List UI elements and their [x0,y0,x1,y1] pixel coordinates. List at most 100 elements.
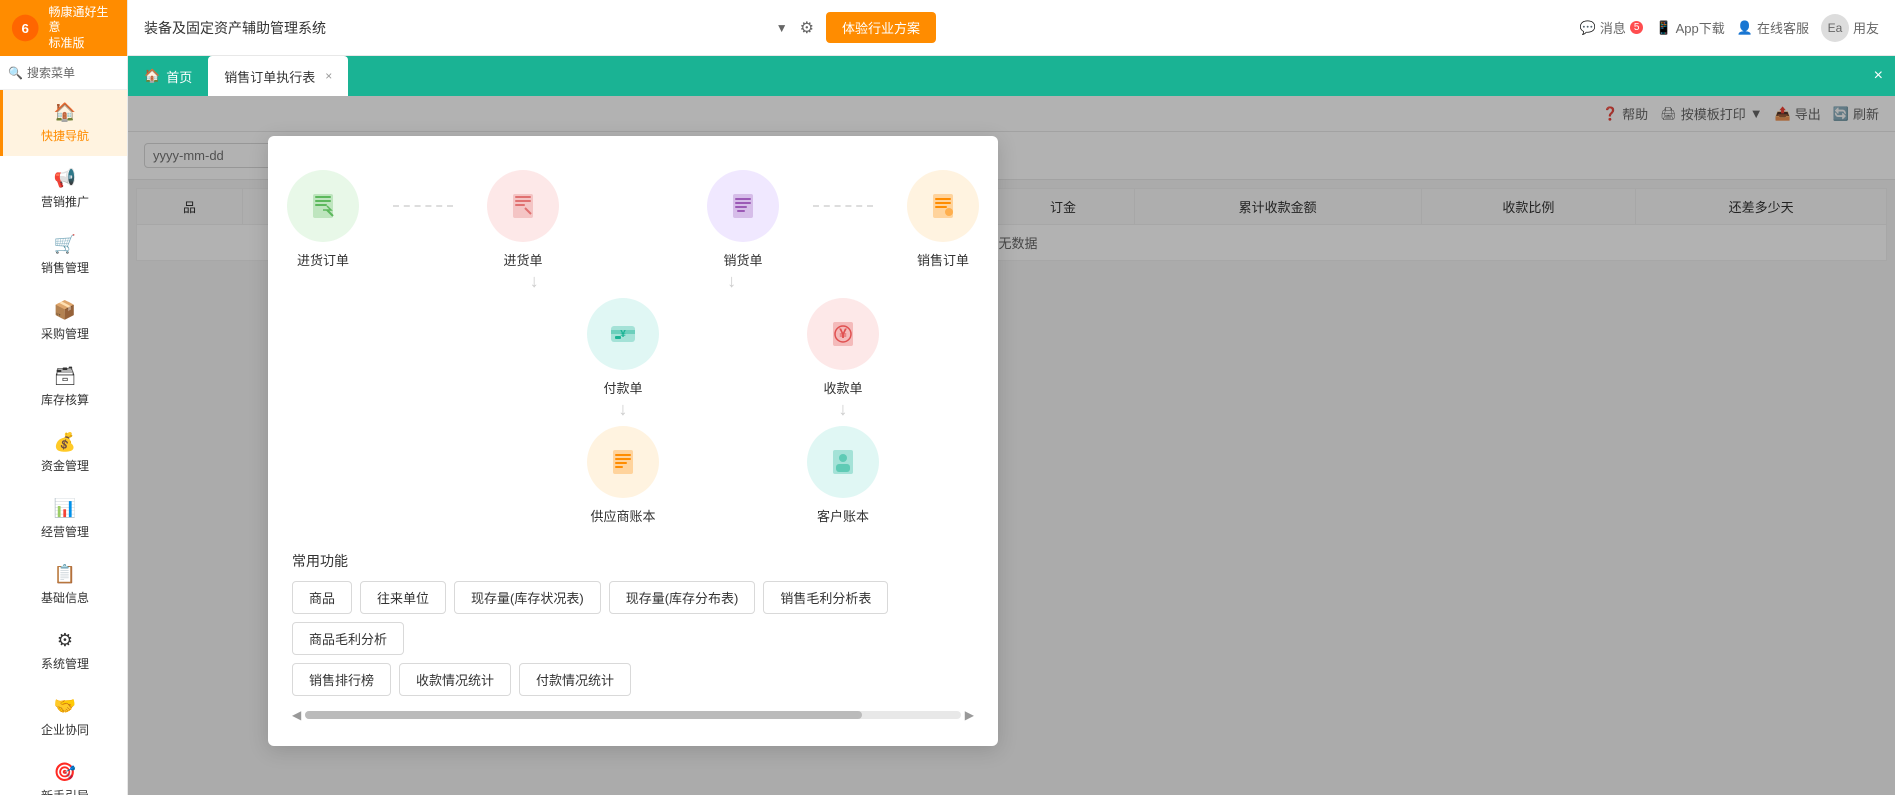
sidebar-item-enterprise[interactable]: 🤝 企业协同 [0,684,127,750]
common-functions: 常用功能 商品 往来单位 现存量(库存状况表) 现存量(库存分布表) 销售毛利分… [292,551,974,696]
logo-text: 畅康通好生意 标准版 [48,5,117,52]
sidebar-item-newbie[interactable]: 🎯 新手引导 [0,750,127,795]
sidebar-icon-quick-nav: 🏠 [54,102,76,123]
scroll-left-icon[interactable]: ◀ [292,708,301,722]
supplier-ledger-circle [587,426,659,498]
va-si: ↓ [669,271,795,292]
flow-item-receipt[interactable]: ¥ 收款单 [773,298,913,397]
sidebar-icon-system: ⚙ [57,630,73,651]
va-pr: ↓ [471,271,597,292]
va-spacer3 [597,271,669,292]
sidebar-item-finance[interactable]: 💰 资金管理 [0,420,127,486]
flow-item-purchase-receipt[interactable]: 进货单 [453,170,593,269]
sidebar-item-purchase[interactable]: 📦 采购管理 [0,288,127,354]
vertical-arrows-row2: ↓ ↓ [292,399,974,420]
user-btn[interactable]: Ea 用友 [1821,14,1879,42]
sidebar-item-system[interactable]: ⚙ 系统管理 [0,618,127,684]
btn-product-profit[interactable]: 商品毛利分析 [292,622,404,655]
service-icon: 👤 [1737,20,1753,36]
common-buttons-row2: 销售排行榜 收款情况统计 付款情况统计 [292,663,974,696]
arrow-po-pr [393,205,453,235]
settings-icon[interactable]: ⚙ [800,18,814,38]
experience-btn[interactable]: 体验行业方案 [826,12,936,43]
payment-label: 付款单 [603,378,642,397]
flow-row-1: 进货订单 [253,170,1013,269]
sidebar-search[interactable]: 🔍 搜索菜单 [0,56,127,90]
common-functions-title: 常用功能 [292,551,974,571]
tab-close-icon[interactable]: × [325,69,332,83]
sidebar-item-inventory[interactable]: 🗃 库存核算 [0,354,127,420]
flow-col-purchase-order: 进货订单 [253,170,393,269]
avatar: Ea [1821,14,1849,42]
sidebar-label-enterprise: 企业协同 [41,721,89,738]
modal-overlay[interactable]: 进货订单 [128,96,1895,795]
sales-order-label: 销售订单 [917,250,969,269]
down-arrow-si: ↓ [727,271,736,292]
va2-payment: ↓ [553,399,693,420]
flow-col-customer-ledger: 客户账本 [773,426,913,525]
message-icon: 💬 [1580,20,1596,36]
message-badge: 5 [1630,21,1644,34]
sidebar-label-finance: 资金管理 [41,457,89,474]
sidebar-icon-enterprise: 🤝 [54,696,76,717]
message-btn[interactable]: 💬 消息 5 [1580,18,1644,37]
flow-item-customer-ledger[interactable]: 客户账本 [773,426,913,525]
logo-icon: 6 [10,12,40,44]
sidebar: 6 畅康通好生意 标准版 🔍 搜索菜单 🏠 快捷导航 📢 营销推广 🛒 销售管理 [0,0,128,795]
modal-scrollbar-container: ◀ ▶ [292,708,974,722]
svg-text:¥: ¥ [839,325,847,341]
btn-sales-rank[interactable]: 销售排行榜 [292,663,391,696]
va-spacer2 [418,271,472,292]
btn-receipt-stats[interactable]: 收款情况统计 [399,663,511,696]
btn-sales-profit[interactable]: 销售毛利分析表 [763,581,888,614]
sidebar-icon-basic-info: 📋 [54,564,76,585]
arrow-so-si [813,205,873,235]
flow-item-payment[interactable]: ¥ 付款单 [553,298,693,397]
sidebar-item-quick-nav[interactable]: 🏠 快捷导航 [0,90,127,156]
sidebar-label-system: 系统管理 [41,655,89,672]
btn-payment-stats[interactable]: 付款情况统计 [519,663,631,696]
sidebar-icon-newbie: 🎯 [54,762,76,783]
tab-bar-close-btn[interactable]: × [1874,67,1883,85]
purchase-receipt-label: 进货单 [503,250,542,269]
flow-item-purchase-order[interactable]: 进货订单 [253,170,393,269]
sales-invoice-label: 销货单 [723,250,762,269]
sidebar-logo: 6 畅康通好生意 标准版 [0,0,127,56]
down-arrow-payment: ↓ [619,399,628,420]
svg-text:6: 6 [22,21,29,36]
scrollbar-track [305,711,961,719]
tab-home[interactable]: 🏠 首页 [128,56,208,96]
supplier-ledger-label: 供应商账本 [590,506,655,525]
scrollbar-thumb[interactable] [305,711,862,719]
sidebar-item-operations[interactable]: 📊 经营管理 [0,486,127,552]
sidebar-icon-sales: 🛒 [54,234,76,255]
app-download-btn[interactable]: 📱 App下载 [1655,18,1724,37]
flow-col-purchase-receipt: 进货单 [453,170,593,269]
purchase-order-label: 进货订单 [297,250,349,269]
flow-item-sales-invoice[interactable]: 销货单 [673,170,813,269]
btn-product[interactable]: 商品 [292,581,352,614]
online-service-btn[interactable]: 👤 在线客服 [1737,18,1809,37]
btn-stock-status[interactable]: 现存量(库存状况表) [454,581,601,614]
tab-sales-order[interactable]: 销售订单执行表 × [208,56,348,96]
tab-home-label: 首页 [166,67,192,86]
flow-item-supplier-ledger[interactable]: 供应商账本 [553,426,693,525]
flow-col-receipt: ¥ 收款单 [773,298,913,397]
flow-item-sales-order[interactable]: 销售订单 [873,170,1013,269]
tab-sales-order-label: 销售订单执行表 [224,67,315,86]
flow-diagram: 进货订单 [292,160,974,535]
flow-row-3: 供应商账本 [353,426,913,525]
sidebar-item-sales[interactable]: 🛒 销售管理 [0,222,127,288]
btn-stock-dist[interactable]: 现存量(库存分布表) [609,581,756,614]
sales-order-circle [907,170,979,242]
vertical-arrows-row: ↓ ↓ [292,271,974,292]
sidebar-item-basic-info[interactable]: 📋 基础信息 [0,552,127,618]
sidebar-item-marketing[interactable]: 📢 营销推广 [0,156,127,222]
dropdown-icon[interactable]: ▼ [776,21,788,35]
down-arrow-pr: ↓ [530,271,539,292]
btn-partner[interactable]: 往来单位 [360,581,446,614]
sales-invoice-circle [707,170,779,242]
scroll-right-icon[interactable]: ▶ [965,708,974,722]
sidebar-icon-inventory: 🗃 [54,366,77,387]
system-title: 装备及固定资产辅助管理系统 [144,18,764,38]
